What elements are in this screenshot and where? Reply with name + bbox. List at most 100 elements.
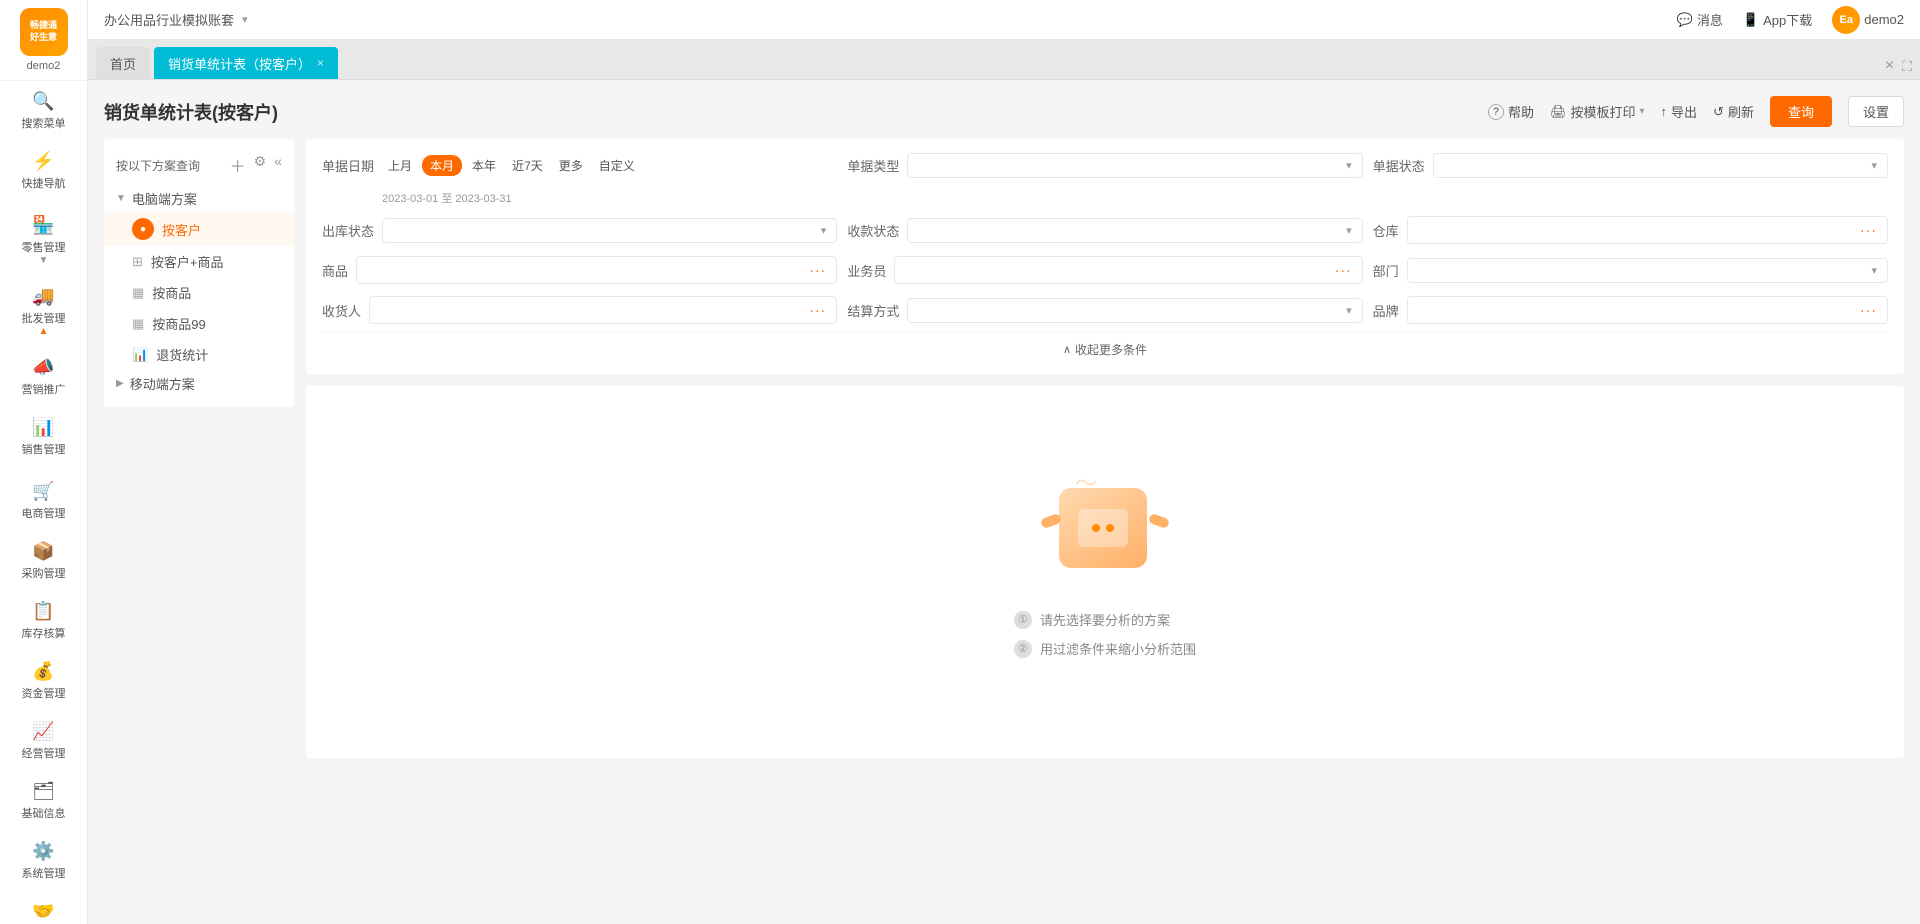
inventory-icon: 📋 [32, 601, 54, 622]
out-status-control[interactable]: ▾ [382, 218, 837, 243]
goods-control[interactable]: ··· [356, 256, 837, 284]
collapse-bar[interactable]: ∧ 收起更多条件 [322, 332, 1888, 366]
doc-type-control[interactable]: ▾ [907, 153, 1362, 178]
print-label: 按模板打印 [1570, 102, 1635, 121]
brand-dots: ··· [1860, 302, 1877, 318]
sidebar-item-enterprise[interactable]: 🤝 企业协同 [0, 891, 87, 924]
sidebar-item-retail[interactable]: 🏪 零售管理 ▼ [0, 205, 87, 276]
payment-control[interactable]: ▾ [907, 298, 1362, 323]
collapse-panel-icon[interactable]: « [274, 153, 282, 177]
edit-scheme-icon[interactable]: ⚙ [254, 153, 267, 177]
tree-item-by-customer[interactable]: ● 按客户 [104, 212, 294, 246]
salesperson-label: 业务员 [847, 261, 886, 280]
return-stat-label: 退货统计 [156, 345, 208, 364]
sidebar-item-search[interactable]: 🔍 搜索菜单 [0, 81, 87, 141]
left-panel-icons: ＋ ⚙ « [230, 153, 282, 177]
sidebar-item-system[interactable]: ⚙️ 系统管理 [0, 831, 87, 891]
wholesale-icon: 🚚 [32, 286, 54, 307]
user-avatar: Ea [1832, 6, 1860, 34]
by-customer-goods-label: 按客户+商品 [151, 252, 224, 271]
warehouse-filter-group: 仓库 ··· [1373, 216, 1888, 244]
system-icon: ⚙️ [32, 841, 54, 862]
by-goods-label: 按商品 [152, 283, 191, 302]
message-icon: 💬 [1677, 12, 1693, 28]
print-chevron: ▾ [1640, 106, 1645, 117]
sidebar-item-wholesale[interactable]: 🚚 批发管理 ▲ [0, 276, 87, 347]
refresh-btn[interactable]: ↺ 刷新 [1713, 102, 1754, 121]
out-status-chevron: ▾ [821, 224, 827, 237]
left-panel-header: 按以下方案查询 ＋ ⚙ « [104, 149, 294, 185]
tab-sales-stat[interactable]: 销货单统计表（按客户） × [154, 47, 338, 79]
date-btn-custom[interactable]: 自定义 [593, 155, 641, 176]
collapse-label: 收起更多条件 [1075, 341, 1147, 358]
empty-tip-2: ② 用过滤条件来缩小分析范围 [1014, 639, 1196, 658]
tab-maximize-icon[interactable]: ⛶ [1902, 58, 1912, 75]
sidebar-item-purchase[interactable]: 📦 采购管理 [0, 531, 87, 591]
salesperson-control[interactable]: ··· [894, 256, 1362, 284]
date-btn-more[interactable]: 更多 [553, 155, 589, 176]
wholesale-expand-icon: ▲ [39, 326, 49, 337]
date-filter-group: 单据日期 上月 本月 本年 近7天 更多 自定义 [322, 153, 837, 178]
query-btn[interactable]: 查询 [1770, 96, 1832, 127]
receipt-status-filter-group: 收款状态 ▾ [847, 216, 1362, 244]
sidebar-item-finance-label: 资金管理 [22, 685, 66, 701]
tree-item-by-customer-goods[interactable]: ⊞ 按客户+商品 [104, 246, 294, 277]
sidebar-item-basic[interactable]: 🗂 基础信息 [0, 771, 87, 831]
date-btn-this-year[interactable]: 本年 [466, 155, 502, 176]
user-profile-btn[interactable]: Ea demo2 [1832, 6, 1904, 34]
sidebar-item-finance[interactable]: 💰 资金管理 [0, 651, 87, 711]
sidebar-item-operation[interactable]: 📈 经营管理 [0, 711, 87, 771]
payment-filter-group: 结算方式 ▾ [847, 296, 1362, 324]
warehouse-control[interactable]: ··· [1407, 216, 1888, 244]
help-btn[interactable]: ? 帮助 [1488, 102, 1534, 121]
doc-status-control[interactable]: ▾ [1433, 153, 1888, 178]
sidebar-item-sales[interactable]: 📊 销售管理 [0, 407, 87, 467]
tab-home[interactable]: 首页 [96, 47, 150, 79]
export-btn[interactable]: ↑ 导出 [1661, 102, 1698, 121]
refresh-label: 刷新 [1728, 102, 1754, 121]
doc-status-chevron: ▾ [1871, 159, 1877, 172]
by-customer-label: 按客户 [162, 220, 201, 239]
receipt-status-label: 收款状态 [847, 221, 899, 240]
sidebar-item-search-label: 搜索菜单 [22, 115, 66, 131]
sidebar-item-quicknav[interactable]: ⚡ 快捷导航 [0, 141, 87, 201]
tree-mobile-header[interactable]: ▶ 移动端方案 [104, 370, 294, 397]
date-range-text: 2023-03-01 至 2023-03-31 [382, 193, 512, 205]
box-body [1059, 488, 1147, 568]
goods-filter-group: 商品 ··· [322, 256, 837, 284]
tree-expand-icon: ▶ [116, 378, 124, 389]
add-scheme-icon[interactable]: ＋ [230, 153, 246, 177]
print-icon: 🖨 [1550, 104, 1567, 120]
brand-control[interactable]: ··· [1407, 296, 1888, 324]
receipt-status-control[interactable]: ▾ [907, 218, 1362, 243]
warehouse-dots: ··· [1860, 222, 1877, 238]
tree-item-by-goods-99[interactable]: ▦ 按商品99 [104, 308, 294, 339]
sidebar-item-purchase-label: 采购管理 [22, 565, 66, 581]
dept-control[interactable]: ▾ [1407, 258, 1888, 283]
receiver-control[interactable]: ··· [369, 296, 837, 324]
tree-item-return-stat[interactable]: 📊 退货统计 [104, 339, 294, 370]
tab-close-all-icon[interactable]: × [1885, 57, 1894, 75]
settings-btn[interactable]: 设置 [1848, 96, 1904, 127]
sidebar-item-marketing-label: 营销推广 [22, 381, 66, 397]
main-area: 按以下方案查询 ＋ ⚙ « ▼ 电脑端方案 ● [104, 139, 1904, 758]
sidebar-item-marketing[interactable]: 📣 营销推广 [0, 347, 87, 407]
tree-item-by-goods[interactable]: ▦ 按商品 [104, 277, 294, 308]
right-content: 单据日期 上月 本月 本年 近7天 更多 自定义 [306, 139, 1904, 758]
warehouse-label: 仓库 [1373, 221, 1399, 240]
date-btn-7days[interactable]: 近7天 [506, 155, 549, 176]
receiver-filter-group: 收货人 ··· [322, 296, 837, 324]
print-btn[interactable]: 🖨 按模板打印 ▾ [1550, 102, 1645, 121]
sidebar-item-inventory[interactable]: 📋 库存核算 [0, 591, 87, 651]
tab-close-btn[interactable]: × [317, 56, 324, 70]
tab-bar: 首页 销货单统计表（按客户） × × ⛶ [88, 40, 1920, 80]
app-download-btn[interactable]: 📱 App下载 [1743, 10, 1812, 29]
date-btn-last-month[interactable]: 上月 [382, 155, 418, 176]
sidebar-item-ecommerce[interactable]: 🛒 电商管理 [0, 471, 87, 531]
page-content: 销货单统计表(按客户) ? 帮助 🖨 按模板打印 ▾ ↑ 导出 ↺ 刷新 [88, 80, 1920, 924]
tree-desktop-header[interactable]: ▼ 电脑端方案 [104, 185, 294, 212]
date-btn-this-month[interactable]: 本月 [422, 155, 462, 176]
salesperson-dots: ··· [1335, 262, 1352, 278]
message-btn[interactable]: 💬 消息 [1677, 10, 1723, 29]
return-stat-icon: 📊 [132, 347, 148, 363]
